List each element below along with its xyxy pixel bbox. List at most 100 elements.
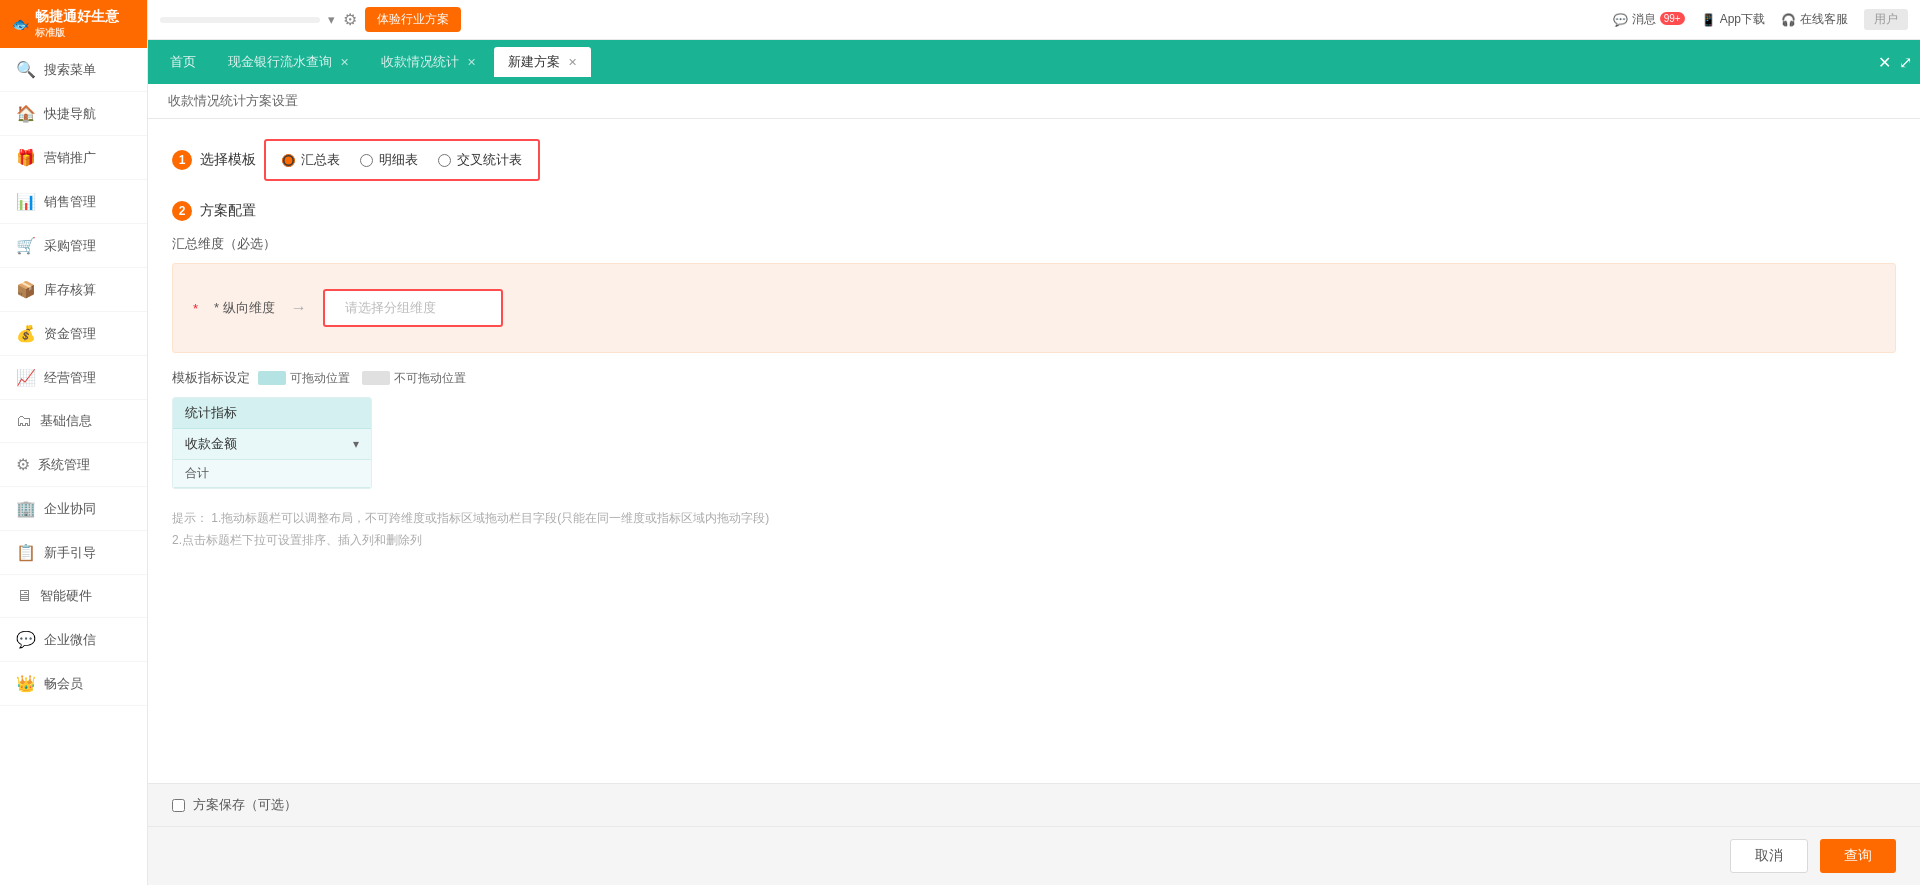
- cancel-button[interactable]: 取消: [1730, 839, 1808, 873]
- folder-icon: 🗂: [16, 412, 32, 430]
- gear-icon: ⚙: [16, 455, 30, 474]
- sidebar-item-sales[interactable]: 📊 销售管理: [0, 180, 147, 224]
- indicator-settings-label: 模板指标设定: [172, 369, 250, 387]
- indicator-table: 统计指标 收款金额 ▾ 合计: [172, 397, 372, 489]
- settings-icon[interactable]: ⚙: [343, 10, 357, 29]
- indicator-header: 模板指标设定 可拖动位置 不可拖动位置: [172, 369, 1896, 387]
- sidebar-item-purchase[interactable]: 🛒 采购管理: [0, 224, 147, 268]
- box-icon: 📦: [16, 280, 36, 299]
- sidebar-item-search-menu[interactable]: 🔍 搜索菜单: [0, 48, 147, 92]
- step1-title: 选择模板: [200, 151, 256, 169]
- sidebar-item-inventory[interactable]: 📦 库存核算: [0, 268, 147, 312]
- industry-solution-button[interactable]: 体验行业方案: [365, 7, 461, 32]
- service-label: 在线客服: [1800, 11, 1848, 28]
- home-icon: 🏠: [16, 104, 36, 123]
- tip-text-2: 2.点击标题栏下拉可设置排序、插入列和删除列: [172, 530, 422, 552]
- tab-bank-flow[interactable]: 现金银行流水查询 ✕: [214, 47, 363, 77]
- message-label: 消息: [1632, 11, 1656, 28]
- tab-collection-stats[interactable]: 收款情况统计 ✕: [367, 47, 490, 77]
- sidebar-label-sales: 销售管理: [44, 193, 96, 211]
- save-plan-checkbox[interactable]: [172, 799, 185, 812]
- sidebar-label-search-menu: 搜索菜单: [44, 61, 96, 79]
- chat-icon: 💬: [16, 630, 36, 649]
- search-icon: 🔍: [16, 60, 36, 79]
- sidebar-item-system[interactable]: ⚙ 系统管理: [0, 443, 147, 487]
- sidebar-item-guide[interactable]: 📋 新手引导: [0, 531, 147, 575]
- sidebar-label-purchase: 采购管理: [44, 237, 96, 255]
- indicator-row-collection[interactable]: 收款金额 ▾: [173, 429, 371, 460]
- legend-draggable: 可拖动位置: [258, 370, 350, 387]
- sidebar-label-member: 畅会员: [44, 675, 83, 693]
- sidebar-label-quick-nav: 快捷导航: [44, 105, 96, 123]
- sidebar-label-basic-info: 基础信息: [40, 412, 92, 430]
- tab-new-plan-close[interactable]: ✕: [568, 56, 577, 69]
- sidebar-label-inventory: 库存核算: [44, 281, 96, 299]
- tab-home[interactable]: 首页: [156, 47, 210, 77]
- chevron-down-icon[interactable]: ▾: [353, 437, 359, 451]
- step1-num: 1: [172, 150, 192, 170]
- tab-new-plan[interactable]: 新建方案 ✕: [494, 47, 591, 77]
- sidebar-label-marketing: 营销推广: [44, 149, 96, 167]
- query-button[interactable]: 查询: [1820, 839, 1896, 873]
- legend-fixed: 不可拖动位置: [362, 370, 466, 387]
- logo-sub: 标准版: [35, 26, 119, 40]
- sidebar-item-smart-hw[interactable]: 🖥 智能硬件: [0, 575, 147, 618]
- sidebar-label-enterprise: 企业协同: [44, 500, 96, 518]
- dim-row: * * 纵向维度 → 请选择分组维度: [193, 289, 503, 327]
- tab-collection-stats-label: 收款情况统计: [381, 53, 459, 71]
- radio-cross[interactable]: 交叉统计表: [438, 151, 522, 169]
- sidebar: 🐟 畅捷通好生意 标准版 🔍 搜索菜单 🏠 快捷导航 🎁 营销推广 📊 销售管理…: [0, 0, 148, 885]
- top-bar-right: 💬 消息 99+ 📱 App下载 🎧 在线客服 用户: [1613, 9, 1908, 30]
- sidebar-item-operations[interactable]: 📈 经营管理: [0, 356, 147, 400]
- radio-summary-input[interactable]: [282, 154, 295, 167]
- template-options-box: 汇总表 明细表 交叉统计表: [264, 139, 540, 181]
- radio-cross-input[interactable]: [438, 154, 451, 167]
- message-badge: 99+: [1660, 12, 1685, 25]
- radio-detail-label[interactable]: 明细表: [379, 151, 418, 169]
- legend-draggable-color: [258, 371, 286, 385]
- sidebar-item-marketing[interactable]: 🎁 营销推广: [0, 136, 147, 180]
- download-label: App下载: [1720, 11, 1765, 28]
- indicator-row-label-total: 合计: [185, 465, 209, 482]
- sidebar-item-member[interactable]: 👑 畅会员: [0, 662, 147, 706]
- tab-bank-flow-close[interactable]: ✕: [340, 56, 349, 69]
- service-area[interactable]: 🎧 在线客服: [1781, 11, 1848, 28]
- indicator-row-total: 合计: [173, 460, 371, 488]
- trend-icon: 📈: [16, 368, 36, 387]
- form-area: 1 选择模板 汇总表 明细表: [148, 119, 1920, 783]
- download-area[interactable]: 📱 App下载: [1701, 11, 1765, 28]
- sidebar-item-enterprise[interactable]: 🏢 企业协同: [0, 487, 147, 531]
- legend-fixed-color: [362, 371, 390, 385]
- tips-area: 提示： 1.拖动标题栏可以调整布局，不可跨维度或指标区域拖动栏目字段(只能在同一…: [172, 508, 1896, 551]
- sidebar-item-basic-info[interactable]: 🗂 基础信息: [0, 400, 147, 443]
- dim-select-box[interactable]: 请选择分组维度: [323, 289, 503, 327]
- indicator-table-title: 统计指标: [173, 398, 371, 429]
- radio-cross-label[interactable]: 交叉统计表: [457, 151, 522, 169]
- dropdown-icon[interactable]: ▾: [328, 12, 335, 27]
- sidebar-item-wechat[interactable]: 💬 企业微信: [0, 618, 147, 662]
- tab-bar-actions: ✕ ⤢: [1878, 53, 1912, 72]
- radio-detail-input[interactable]: [360, 154, 373, 167]
- message-area[interactable]: 💬 消息 99+: [1613, 11, 1685, 28]
- radio-summary[interactable]: 汇总表: [282, 151, 340, 169]
- save-plan-label[interactable]: 方案保存（可选）: [193, 796, 297, 814]
- sidebar-item-quick-nav[interactable]: 🏠 快捷导航: [0, 92, 147, 136]
- money-icon: 💰: [16, 324, 36, 343]
- user-avatar[interactable]: 用户: [1864, 9, 1908, 30]
- radio-summary-label[interactable]: 汇总表: [301, 151, 340, 169]
- guide-icon: 📋: [16, 543, 36, 562]
- app-logo: 🐟 畅捷通好生意 标准版: [0, 0, 147, 48]
- sidebar-item-finance[interactable]: 💰 资金管理: [0, 312, 147, 356]
- tab-bank-flow-label: 现金银行流水查询: [228, 53, 332, 71]
- message-icon: 💬: [1613, 13, 1628, 27]
- sidebar-label-finance: 资金管理: [44, 325, 96, 343]
- sidebar-label-guide: 新手引导: [44, 544, 96, 562]
- tab-collection-stats-close[interactable]: ✕: [467, 56, 476, 69]
- monitor-icon: 🖥: [16, 587, 32, 605]
- dim-required-star: *: [193, 301, 198, 316]
- close-window-icon[interactable]: ✕: [1878, 53, 1891, 72]
- radio-detail[interactable]: 明细表: [360, 151, 418, 169]
- maximize-icon[interactable]: ⤢: [1899, 53, 1912, 72]
- top-search-bar: [160, 17, 320, 23]
- tab-bar: 首页 现金银行流水查询 ✕ 收款情况统计 ✕ 新建方案 ✕ ✕ ⤢: [148, 40, 1920, 84]
